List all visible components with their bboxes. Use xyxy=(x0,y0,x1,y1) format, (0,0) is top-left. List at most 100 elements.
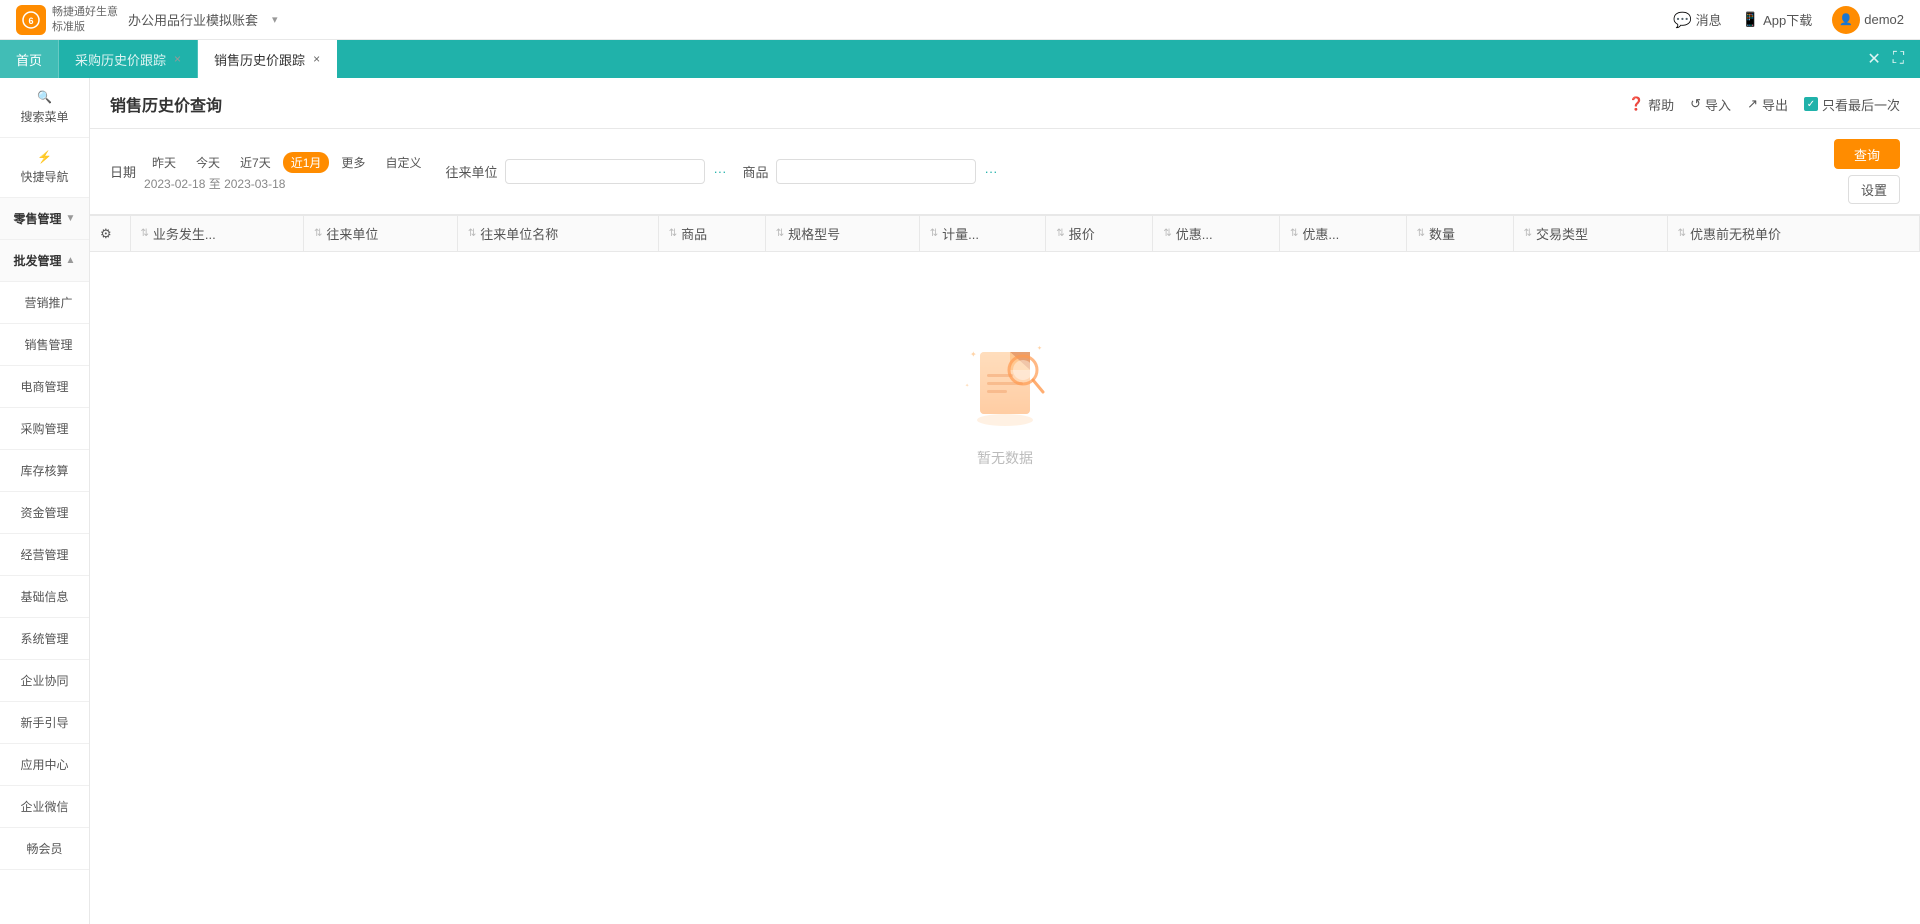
search-menu-icon: 🔍 xyxy=(37,90,52,104)
th-counterparty-name[interactable]: ⇅ 往来单位名称 xyxy=(457,216,658,252)
sidebar-item-wholesale-mgmt[interactable]: 批发管理 ▲ xyxy=(0,240,89,282)
date-filter-group: 日期 昨天 今天 近7天 近1月 更多 自定义 2023-02-18 至 202… xyxy=(110,152,429,192)
sidebar-app-center-label: 应用中心 xyxy=(20,756,68,773)
th-product[interactable]: ⇅ 商品 xyxy=(658,216,765,252)
counterparty-search-icon[interactable]: ··· xyxy=(713,164,726,179)
sidebar-enterprise-collab-label: 企业协同 xyxy=(20,672,68,689)
date-btn-1month[interactable]: 近1月 xyxy=(283,152,330,173)
help-button[interactable]: ❓ 帮助 xyxy=(1628,95,1674,114)
sidebar-item-inventory[interactable]: 库存核算 xyxy=(0,450,89,492)
th-biz-date[interactable]: ⇅ 业务发生... xyxy=(130,216,303,252)
date-btn-7days[interactable]: 近7天 xyxy=(232,152,279,173)
header-right: 💬 消息 📱 App下载 👤 demo2 xyxy=(1673,6,1904,34)
date-btn-today[interactable]: 今天 xyxy=(188,152,228,173)
sidebar-item-beginner-guide[interactable]: 新手引导 xyxy=(0,702,89,744)
sidebar-beginner-guide-label: 新手引导 xyxy=(20,714,68,731)
sidebar-item-finance[interactable]: 资金管理 xyxy=(0,492,89,534)
breadcrumb: 办公用品行业模拟账套 xyxy=(128,10,258,29)
quick-nav-icon: ⚡ xyxy=(37,150,52,164)
sidebar-member-club-label: 畅会员 xyxy=(26,840,62,857)
sort-unit-icon: ⇅ xyxy=(930,228,938,239)
sort-discount2-icon: ⇅ xyxy=(1290,228,1298,239)
message-action[interactable]: 💬 消息 xyxy=(1673,10,1722,29)
main-layout: 🔍 搜索菜单 ⚡ 快捷导航 零售管理 ▼ 批发管理 ▲ 营销推广 销售管理 电商… xyxy=(0,78,1920,924)
sidebar-marketing-label: 营销推广 xyxy=(24,294,72,311)
sidebar-item-quick-nav[interactable]: ⚡ 快捷导航 xyxy=(0,138,89,198)
close-all-tabs-icon[interactable]: ✕ xyxy=(1867,49,1880,69)
th-quote[interactable]: ⇅ 报价 xyxy=(1046,216,1153,252)
import-button[interactable]: ↺ 导入 xyxy=(1690,95,1731,114)
settings-button[interactable]: 设置 xyxy=(1848,175,1900,204)
page-title-row: 销售历史价查询 ❓ 帮助 ↺ 导入 ↗ 导出 ✓ xyxy=(110,92,1900,116)
sidebar-item-app-center[interactable]: 应用中心 xyxy=(0,744,89,786)
tab-home[interactable]: 首页 xyxy=(0,40,59,78)
product-search-icon[interactable]: ··· xyxy=(984,164,997,179)
th-quantity[interactable]: ⇅ 数量 xyxy=(1406,216,1513,252)
th-quantity-label: 数量 xyxy=(1429,224,1455,243)
product-filter-label: 商品 xyxy=(742,162,768,181)
date-btn-more[interactable]: 更多 xyxy=(333,152,373,173)
logo-icon: 6 xyxy=(16,5,46,35)
th-discount2-label: 优惠... xyxy=(1302,224,1339,243)
sidebar-item-member-club[interactable]: 畅会员 xyxy=(0,828,89,870)
export-button[interactable]: ↗ 导出 xyxy=(1747,95,1788,114)
th-spec[interactable]: ⇅ 规格型号 xyxy=(765,216,919,252)
counterparty-input[interactable] xyxy=(505,159,705,184)
page-header: 销售历史价查询 ❓ 帮助 ↺ 导入 ↗ 导出 ✓ xyxy=(90,78,1920,129)
sidebar-search-menu-label: 搜索菜单 xyxy=(20,108,68,125)
app-download-action[interactable]: 📱 App下载 xyxy=(1742,10,1813,29)
sidebar-ecom-label: 电商管理 xyxy=(20,378,68,395)
import-label: 导入 xyxy=(1705,95,1731,114)
sidebar-sales-mgmt-label: 销售管理 xyxy=(24,336,72,353)
sidebar-item-purchase-mgmt[interactable]: 采购管理 xyxy=(0,408,89,450)
sidebar-item-enterprise-collab[interactable]: 企业协同 xyxy=(0,660,89,702)
th-counterparty[interactable]: ⇅ 往来单位 xyxy=(303,216,457,252)
wholesale-expand-icon: ▲ xyxy=(66,255,76,266)
sidebar-inventory-label: 库存核算 xyxy=(20,462,68,479)
product-input[interactable] xyxy=(776,159,976,184)
tab-sales-history[interactable]: 销售历史价跟踪 × xyxy=(198,40,337,78)
sort-discount1-icon: ⇅ xyxy=(1163,228,1171,239)
avatar: 👤 xyxy=(1832,6,1860,34)
tab-purchase-close-icon[interactable]: × xyxy=(174,52,181,66)
tab-purchase-history[interactable]: 采购历史价跟踪 × xyxy=(59,40,198,78)
date-btn-yesterday[interactable]: 昨天 xyxy=(144,152,184,173)
export-icon: ↗ xyxy=(1747,96,1758,112)
only-last-checkbox-label[interactable]: ✓ 只看最后一次 xyxy=(1804,95,1900,114)
expand-icon[interactable]: ⛶ xyxy=(1893,50,1904,68)
query-button[interactable]: 查询 xyxy=(1834,139,1900,169)
sidebar-item-ecom-mgmt[interactable]: 电商管理 xyxy=(0,366,89,408)
sort-spec-icon: ⇅ xyxy=(776,228,784,239)
th-unit[interactable]: ⇅ 计量... xyxy=(919,216,1046,252)
th-discount1[interactable]: ⇅ 优惠... xyxy=(1153,216,1280,252)
app-download-label: App下载 xyxy=(1763,10,1812,29)
date-range-text: 2023-02-18 至 2023-03-18 xyxy=(144,175,429,192)
date-btn-custom[interactable]: 自定义 xyxy=(377,152,429,173)
sidebar-item-enterprise-wechat[interactable]: 企业微信 xyxy=(0,786,89,828)
content-area: 销售历史价查询 ❓ 帮助 ↺ 导入 ↗ 导出 ✓ xyxy=(90,78,1920,924)
sidebar-quick-nav-label: 快捷导航 xyxy=(20,168,68,185)
th-trade-type[interactable]: ⇅ 交易类型 xyxy=(1513,216,1667,252)
import-icon: ↺ xyxy=(1690,96,1701,112)
th-settings[interactable]: ⚙ xyxy=(90,216,130,252)
counterparty-filter-label: 往来单位 xyxy=(445,162,497,181)
th-pretax-price[interactable]: ⇅ 优惠前无税单价 xyxy=(1667,216,1919,252)
sidebar-item-basic-info[interactable]: 基础信息 xyxy=(0,576,89,618)
sidebar-item-sales-mgmt[interactable]: 销售管理 xyxy=(0,324,89,366)
sidebar-item-system[interactable]: 系统管理 xyxy=(0,618,89,660)
tab-bar-actions: ✕ ⛶ xyxy=(1867,49,1904,69)
tab-sales-close-icon[interactable]: × xyxy=(313,52,320,66)
sidebar-item-ops[interactable]: 经营管理 xyxy=(0,534,89,576)
date-buttons: 昨天 今天 近7天 近1月 更多 自定义 xyxy=(144,152,429,173)
only-last-checkbox[interactable]: ✓ xyxy=(1804,97,1818,111)
th-discount2[interactable]: ⇅ 优惠... xyxy=(1279,216,1406,252)
sidebar-item-search-menu[interactable]: 🔍 搜索菜单 xyxy=(0,78,89,138)
breadcrumb-dropdown-icon[interactable]: ▾ xyxy=(272,13,278,26)
sidebar-item-marketing[interactable]: 营销推广 xyxy=(0,282,89,324)
sidebar-ops-label: 经营管理 xyxy=(20,546,68,563)
th-pretax-price-label: 优惠前无税单价 xyxy=(1690,224,1781,243)
sidebar-item-retail-mgmt[interactable]: 零售管理 ▼ xyxy=(0,198,89,240)
user-action[interactable]: 👤 demo2 xyxy=(1832,6,1904,34)
sidebar-purchase-label: 采购管理 xyxy=(20,420,68,437)
gear-icon[interactable]: ⚙ xyxy=(100,226,112,242)
